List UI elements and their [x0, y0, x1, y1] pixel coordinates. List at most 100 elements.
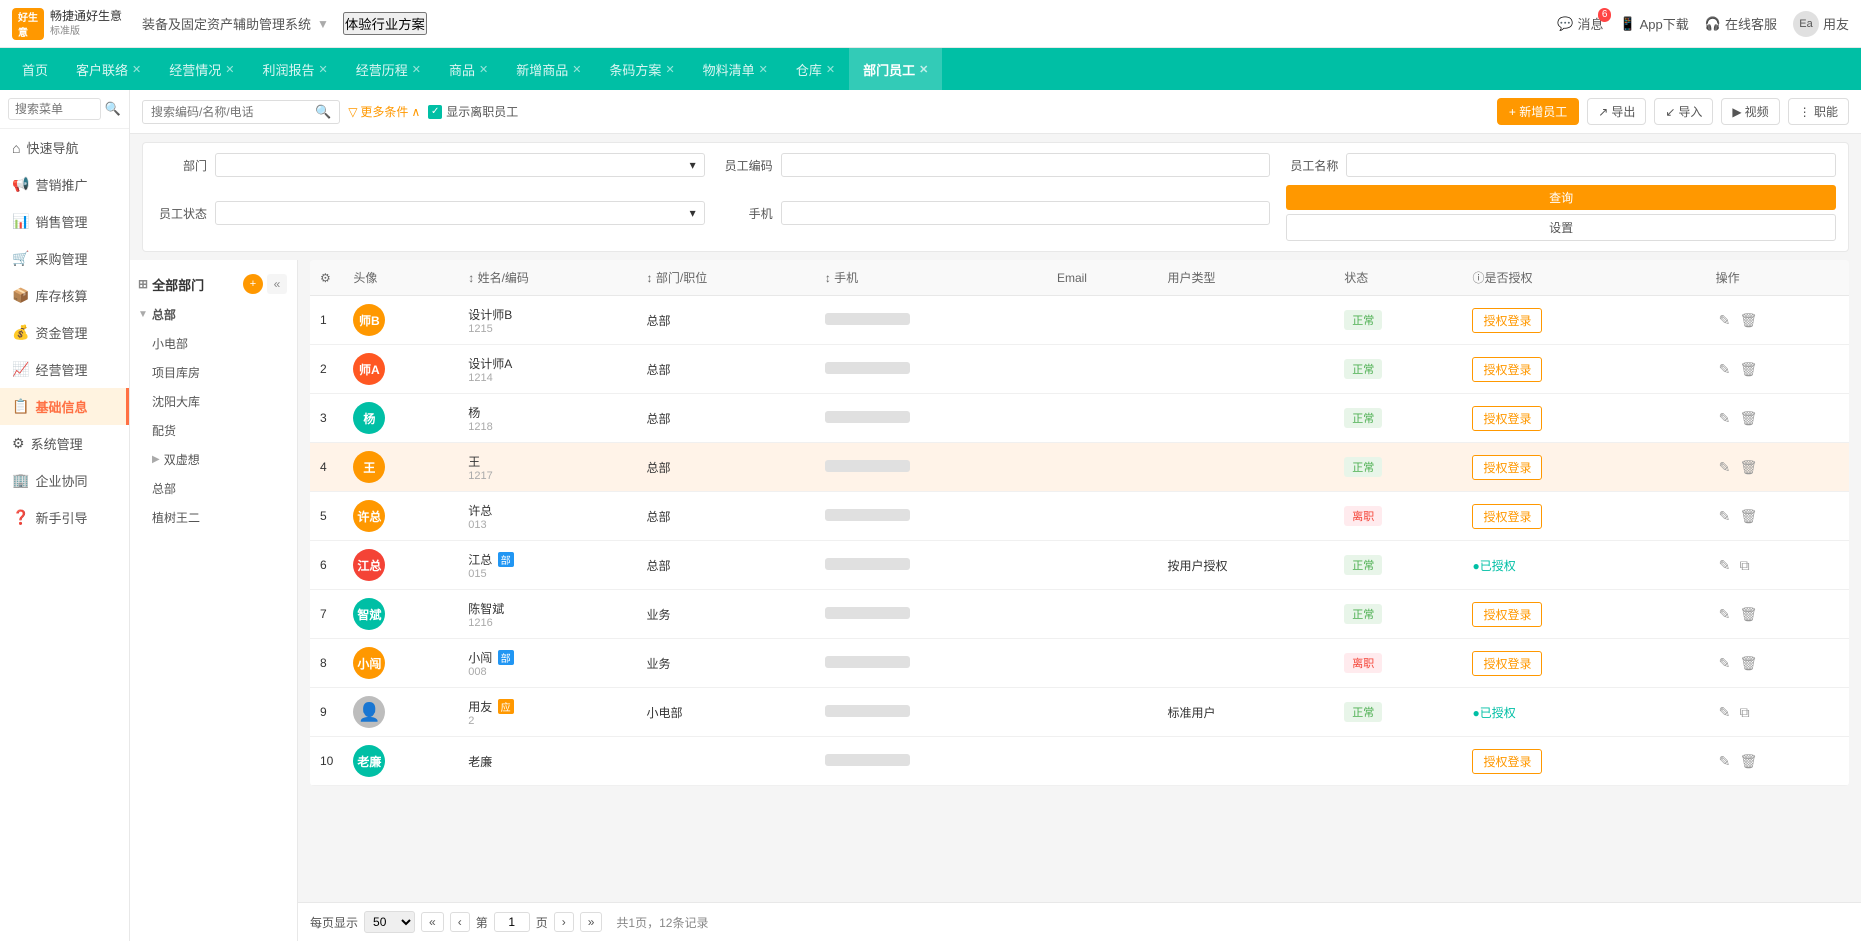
tab-operations[interactable]: 经营情况 ✕ — [155, 48, 248, 90]
user-menu-btn[interactable]: Ea 用友 — [1793, 11, 1849, 37]
next-page-btn[interactable]: › — [554, 912, 574, 932]
prev-page-btn[interactable]: ‹ — [450, 912, 470, 932]
export-btn[interactable]: ↗导出 — [1587, 98, 1646, 125]
edit-btn[interactable]: ✎ — [1716, 704, 1734, 721]
close-icon[interactable]: ✕ — [319, 63, 328, 76]
sidebar-item-purchase[interactable]: 🛒 采购管理 — [0, 240, 129, 277]
add-dept-btn[interactable]: + — [243, 274, 263, 294]
col-phone[interactable]: ↕ 手机 — [815, 260, 1047, 296]
more-btn[interactable]: ⋮ 职能 — [1788, 98, 1849, 125]
trial-btn[interactable]: 体验行业方案 — [343, 12, 427, 35]
tab-goods[interactable]: 商品 ✕ — [435, 48, 502, 90]
close-icon[interactable]: ✕ — [919, 63, 928, 76]
delete-btn[interactable]: 🗑 — [1737, 753, 1761, 770]
edit-btn[interactable]: ✎ — [1716, 557, 1734, 574]
sidebar-item-inventory[interactable]: 📦 库存核算 — [0, 277, 129, 314]
col-dept[interactable]: ↕ 部门/职位 — [637, 260, 815, 296]
delete-btn[interactable]: 🗑 — [1737, 655, 1761, 672]
tab-profit[interactable]: 利润报告 ✕ — [248, 48, 341, 90]
close-icon[interactable]: ✕ — [225, 63, 234, 76]
dept-item-shuangxu[interactable]: ▶ 双虚想 — [130, 445, 297, 474]
close-icon[interactable]: ✕ — [572, 63, 581, 76]
tab-home[interactable]: 首页 — [8, 48, 62, 90]
edit-btn[interactable]: ✎ — [1716, 606, 1734, 623]
delete-btn[interactable]: 🗑 — [1737, 508, 1761, 525]
close-icon[interactable]: ✕ — [132, 63, 141, 76]
first-page-btn[interactable]: « — [421, 912, 444, 932]
sidebar-item-system[interactable]: ⚙ 系统管理 — [0, 425, 129, 462]
auth-btn[interactable]: 授权登录 — [1472, 504, 1542, 529]
dept-item-distribution[interactable]: 配货 — [130, 416, 297, 445]
copy-btn[interactable]: ⧉ — [1737, 704, 1753, 721]
per-page-select[interactable]: 50 20 100 — [364, 911, 415, 933]
dept-item-shenyang[interactable]: 沈阳大库 — [130, 387, 297, 416]
tab-barcode[interactable]: 条码方案 ✕ — [595, 48, 688, 90]
emp-status-select[interactable]: ▾ — [215, 201, 705, 225]
video-btn[interactable]: ▶视频 — [1721, 98, 1779, 125]
delete-btn[interactable]: 🗑 — [1737, 410, 1761, 427]
tab-warehouse[interactable]: 仓库 ✕ — [782, 48, 849, 90]
emp-code-input[interactable] — [781, 153, 1271, 177]
dept-item-project[interactable]: 项目库房 — [130, 358, 297, 387]
more-conditions-btn[interactable]: ▽ 更多条件 ∧ — [348, 103, 420, 120]
edit-btn[interactable]: ✎ — [1716, 410, 1734, 427]
collapse-dept-btn[interactable]: « — [267, 274, 287, 294]
show-resigned-toggle[interactable]: ✓ 显示离职员工 — [428, 103, 518, 120]
delete-btn[interactable]: 🗑 — [1737, 361, 1761, 378]
emp-name-input[interactable] — [1346, 153, 1836, 177]
tab-new-goods[interactable]: 新增商品 ✕ — [502, 48, 595, 90]
copy-btn[interactable]: ⧉ — [1737, 557, 1753, 574]
messages-btn[interactable]: 💬 6 消息 — [1557, 14, 1603, 33]
close-icon[interactable]: ✕ — [665, 63, 674, 76]
close-icon[interactable]: ✕ — [826, 63, 835, 76]
add-employee-btn[interactable]: + 新增员工 — [1497, 98, 1579, 125]
sidebar-item-marketing[interactable]: 📢 营销推广 — [0, 166, 129, 203]
edit-btn[interactable]: ✎ — [1716, 361, 1734, 378]
auth-btn[interactable]: 授权登录 — [1472, 308, 1542, 333]
edit-btn[interactable]: ✎ — [1716, 508, 1734, 525]
dept-item-root[interactable]: ▼ 总部 — [130, 300, 297, 329]
app-download-btn[interactable]: 📱 App下载 — [1619, 14, 1688, 33]
delete-btn[interactable]: 🗑 — [1737, 312, 1761, 329]
sidebar-item-guide[interactable]: ❓ 新手引导 — [0, 499, 129, 536]
dept-item-zhishu[interactable]: 植树王二 — [130, 503, 297, 532]
close-icon[interactable]: ✕ — [412, 63, 421, 76]
close-icon[interactable]: ✕ — [479, 63, 488, 76]
auth-btn[interactable]: 授权登录 — [1472, 602, 1542, 627]
edit-btn[interactable]: ✎ — [1716, 312, 1734, 329]
col-name[interactable]: ↕ 姓名/编码 — [458, 260, 636, 296]
sidebar-search-input[interactable] — [8, 98, 101, 120]
delete-btn[interactable]: 🗑 — [1737, 606, 1761, 623]
dept-item-zongbu[interactable]: 总部 — [130, 474, 297, 503]
sidebar-item-quick-nav[interactable]: ⌂ 快速导航 — [0, 129, 129, 166]
auth-btn[interactable]: 授权登录 — [1472, 651, 1542, 676]
search-input[interactable] — [151, 105, 311, 119]
online-service-btn[interactable]: 🎧 在线客服 — [1705, 14, 1777, 33]
auth-btn[interactable]: 授权登录 — [1472, 406, 1542, 431]
import-btn[interactable]: ↙导入 — [1654, 98, 1713, 125]
sidebar-item-enterprise[interactable]: 🏢 企业协同 — [0, 462, 129, 499]
delete-btn[interactable]: 🗑 — [1737, 459, 1761, 476]
tab-employees[interactable]: 部门员工 ✕ — [849, 48, 942, 90]
dept-select[interactable]: ▾ — [215, 153, 705, 177]
sidebar-item-operations[interactable]: 📈 经营管理 — [0, 351, 129, 388]
tab-customer[interactable]: 客户联络 ✕ — [62, 48, 155, 90]
search-btn[interactable]: 查询 — [1286, 185, 1836, 210]
close-icon[interactable]: ✕ — [759, 63, 768, 76]
auth-btn[interactable]: 授权登录 — [1472, 455, 1542, 480]
sidebar-item-sales[interactable]: 📊 销售管理 — [0, 203, 129, 240]
tab-bom[interactable]: 物料清单 ✕ — [689, 48, 782, 90]
phone-input[interactable] — [781, 201, 1271, 225]
sidebar-item-finance[interactable]: 💰 资金管理 — [0, 314, 129, 351]
edit-btn[interactable]: ✎ — [1716, 459, 1734, 476]
auth-btn[interactable]: 授权登录 — [1472, 357, 1542, 382]
tab-history[interactable]: 经营历程 ✕ — [342, 48, 435, 90]
edit-btn[interactable]: ✎ — [1716, 753, 1734, 770]
info-icon[interactable]: ⓘ — [1472, 271, 1484, 285]
edit-btn[interactable]: ✎ — [1716, 655, 1734, 672]
reset-btn[interactable]: 设置 — [1286, 214, 1836, 241]
col-settings[interactable]: ⚙ — [310, 260, 343, 296]
last-page-btn[interactable]: » — [580, 912, 603, 932]
sidebar-item-basic-info[interactable]: 📋 基础信息 — [0, 388, 129, 425]
page-input[interactable] — [494, 912, 530, 932]
